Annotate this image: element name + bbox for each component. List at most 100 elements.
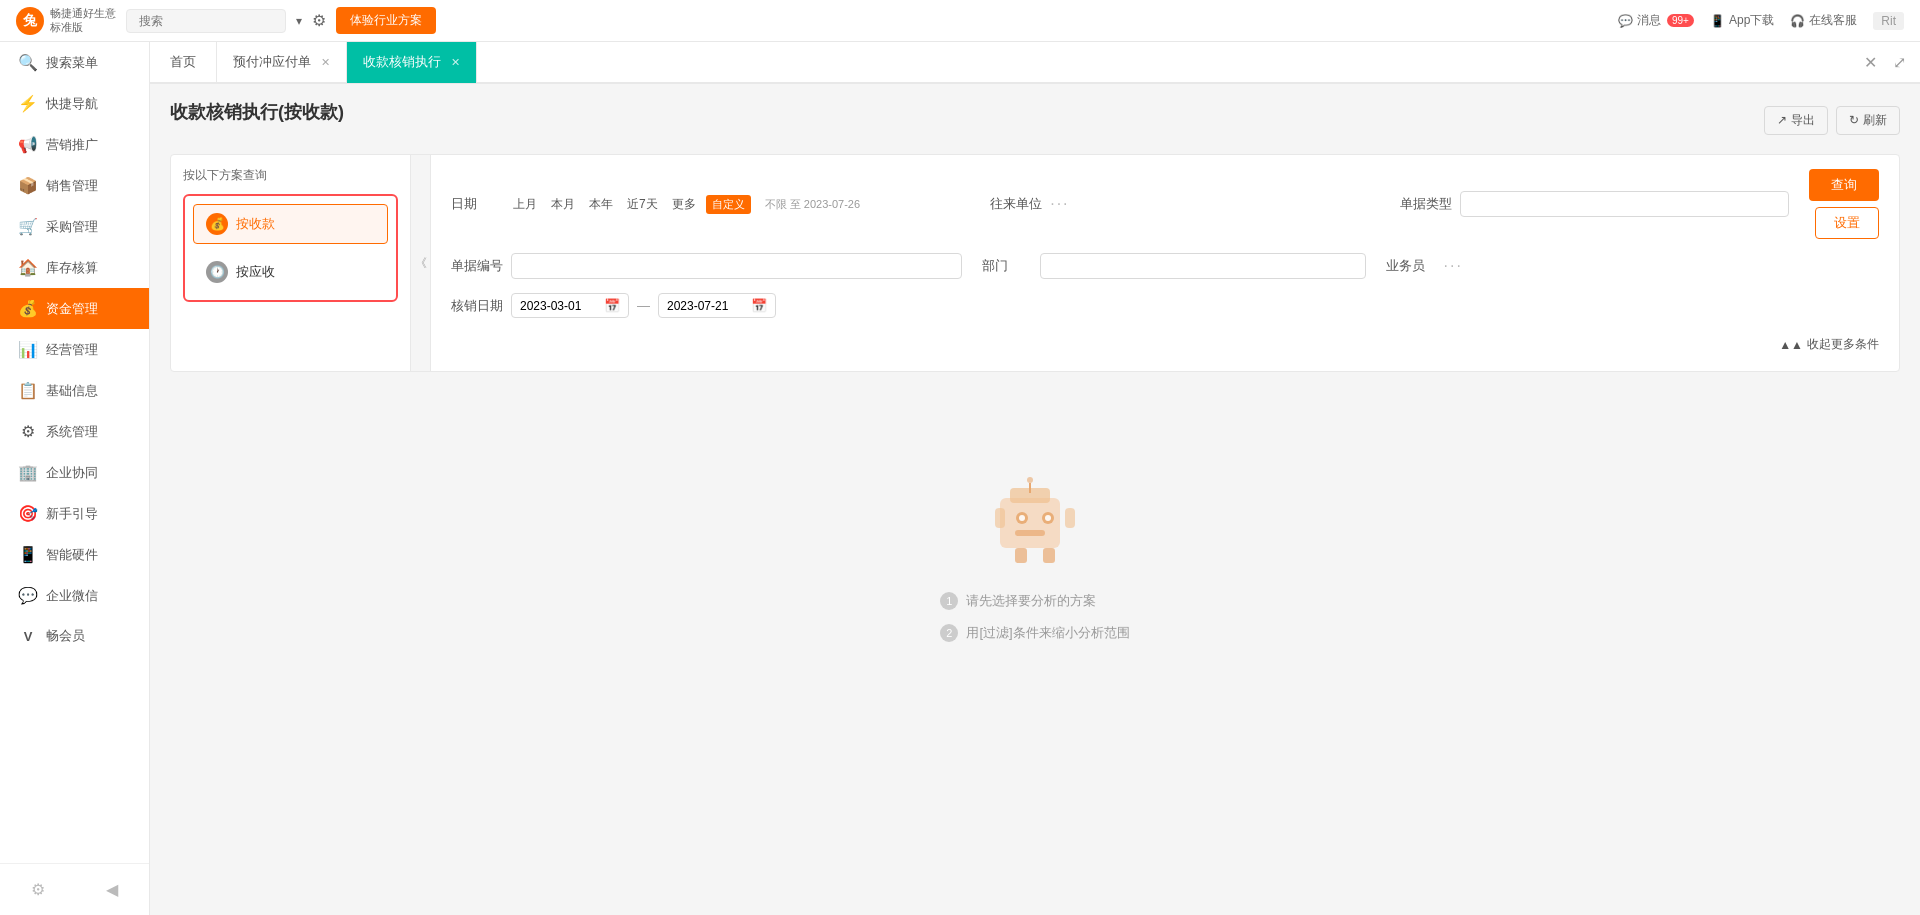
- sidebar-item-quick-nav[interactable]: ⚡ 快捷导航: [0, 83, 149, 124]
- dept-select[interactable]: [1040, 253, 1365, 279]
- tip-text-2: 用[过滤]条件来缩小分析范围: [966, 620, 1129, 646]
- date-last-month[interactable]: 上月: [509, 194, 541, 215]
- svg-rect-7: [1015, 548, 1027, 563]
- verify-date-end-wrap[interactable]: 📅: [658, 293, 776, 318]
- phone-icon: 📱: [18, 545, 38, 564]
- sidebar-item-enterprise[interactable]: 🏢 企业协同: [0, 452, 149, 493]
- sidebar-item-operations[interactable]: 📊 经营管理: [0, 329, 149, 370]
- filter-by-collection[interactable]: 💰 按收款: [193, 204, 388, 244]
- sidebar-item-label: 资金管理: [46, 300, 98, 318]
- sidebar-item-purchase[interactable]: 🛒 采购管理: [0, 206, 149, 247]
- sidebar-item-label: 库存核算: [46, 259, 98, 277]
- megaphone-icon: 📢: [18, 135, 38, 154]
- filter-options: 💰 按收款 🕐 按应收: [193, 204, 388, 292]
- lightning-icon: ⚡: [18, 94, 38, 113]
- date-custom-badge[interactable]: 自定义: [706, 195, 751, 214]
- date-more[interactable]: 更多: [668, 194, 700, 215]
- tab-collection-close[interactable]: ✕: [451, 56, 460, 69]
- settings-filter-btn[interactable]: 设置: [1815, 207, 1879, 239]
- clipboard-icon: 📋: [18, 381, 38, 400]
- export-btn[interactable]: ↗ 导出: [1764, 106, 1828, 135]
- receivable-icon: 🕐: [206, 261, 228, 283]
- tab-home[interactable]: 首页: [150, 41, 217, 83]
- sidebar-item-label: 新手引导: [46, 505, 98, 523]
- filter-by-receivable[interactable]: 🕐 按应收: [193, 252, 388, 292]
- date-field: 日期 上月 本月 本年 近7天 更多 自定义 不限 至 2023-07-26: [451, 194, 970, 215]
- sidebar-item-basic-info[interactable]: 📋 基础信息: [0, 370, 149, 411]
- svg-point-9: [1019, 515, 1025, 521]
- message-btn[interactable]: 💬 消息 99+: [1618, 12, 1694, 29]
- industry-btn[interactable]: 体验行业方案: [336, 7, 436, 34]
- top-bar-left: 兔 畅捷通好生意 标准版 ▾ ⚙ 体验行业方案: [16, 7, 436, 35]
- tab-expand-btn[interactable]: ⤢: [1887, 49, 1912, 76]
- sidebar-item-vip[interactable]: V 畅会员: [0, 616, 149, 656]
- settings-icon[interactable]: ⚙: [312, 11, 326, 30]
- query-btn[interactable]: 查询: [1809, 169, 1879, 201]
- dropdown-chevron[interactable]: ▾: [296, 14, 302, 28]
- tab-prepay-close[interactable]: ✕: [321, 56, 330, 69]
- sidebar-item-sales[interactable]: 📦 销售管理: [0, 165, 149, 206]
- gear-icon: ⚙: [18, 422, 38, 441]
- date-label: 日期: [451, 195, 501, 213]
- doc-type-label: 单据类型: [1400, 195, 1452, 213]
- sidebar-item-label: 企业协同: [46, 464, 98, 482]
- salesperson-dots[interactable]: ···: [1444, 257, 1463, 275]
- page-content: 收款核销执行(按收款) ↗ 导出 ↻ 刷新 按以下方案查询: [150, 84, 1920, 915]
- filter-row-3: 核销日期 📅 — 📅: [451, 293, 1879, 318]
- sidebar-item-label: 企业微信: [46, 587, 98, 605]
- sidebar-item-system[interactable]: ⚙ 系统管理: [0, 411, 149, 452]
- sidebar-bottom: ⚙ ◀: [0, 863, 149, 915]
- tab-collection-label: 收款核销执行: [363, 53, 441, 71]
- doc-type-select[interactable]: [1460, 191, 1789, 217]
- sidebar-item-finance[interactable]: 💰 资金管理: [0, 288, 149, 329]
- verify-date-start-wrap[interactable]: 📅: [511, 293, 629, 318]
- sidebar-item-wechat[interactable]: 💬 企业微信: [0, 575, 149, 616]
- date-this-year[interactable]: 本年: [585, 194, 617, 215]
- page-title: 收款核销执行(按收款): [170, 100, 344, 124]
- app-logo: 兔 畅捷通好生意 标准版: [16, 7, 116, 35]
- doc-number-input[interactable]: [511, 253, 962, 279]
- message-icon: 💬: [1618, 14, 1633, 28]
- collapse-more-row: ▲▲ 收起更多条件: [451, 332, 1879, 357]
- tab-prepay-label: 预付冲应付单: [233, 53, 311, 71]
- sidebar-item-guide[interactable]: 🎯 新手引导: [0, 493, 149, 534]
- date-7days[interactable]: 近7天: [623, 194, 662, 215]
- empty-illustration: [975, 468, 1095, 568]
- sidebar-item-marketing[interactable]: 📢 营销推广: [0, 124, 149, 165]
- tip-num-2: 2: [940, 624, 958, 642]
- calendar-start-icon[interactable]: 📅: [604, 298, 620, 313]
- date-this-month[interactable]: 本月: [547, 194, 579, 215]
- sidebar-item-inventory[interactable]: 🏠 库存核算: [0, 247, 149, 288]
- sidebar-item-search-menu[interactable]: 🔍 搜索菜单: [0, 42, 149, 83]
- filter-container: 按以下方案查询 💰 按收款 🕐 按应收 《: [170, 154, 1900, 372]
- search-input[interactable]: [126, 9, 286, 33]
- online-service-btn[interactable]: 🎧 在线客服: [1790, 12, 1857, 29]
- verify-date-end-input[interactable]: [667, 299, 747, 313]
- doc-number-field: 单据编号: [451, 253, 962, 279]
- sidebar-settings-btn[interactable]: ⚙: [21, 874, 55, 905]
- building-icon: 🏢: [18, 463, 38, 482]
- refresh-btn[interactable]: ↻ 刷新: [1836, 106, 1900, 135]
- svg-point-10: [1045, 515, 1051, 521]
- user-name[interactable]: Rit: [1873, 12, 1904, 30]
- calendar-end-icon[interactable]: 📅: [751, 298, 767, 313]
- sidebar-collapse-btn[interactable]: ◀: [96, 874, 128, 905]
- sidebar-item-hardware[interactable]: 📱 智能硬件: [0, 534, 149, 575]
- empty-tip-1: 1 请先选择要分析的方案: [940, 588, 1129, 614]
- app-download-btn[interactable]: 📱 App下载: [1710, 12, 1774, 29]
- collapse-more-btn[interactable]: ▲▲ 收起更多条件: [1779, 336, 1879, 353]
- app-title: 畅捷通好生意 标准版: [50, 7, 116, 33]
- filter-right-panel: 日期 上月 本月 本年 近7天 更多 自定义 不限 至 2023-07-26 往…: [431, 155, 1899, 371]
- salesperson-field: 业务员 ···: [1386, 257, 1769, 275]
- sidebar-item-label: 销售管理: [46, 177, 98, 195]
- tab-prepay[interactable]: 预付冲应付单 ✕: [217, 41, 347, 83]
- tab-collection[interactable]: 收款核销执行 ✕: [347, 41, 477, 83]
- verify-date-label: 核销日期: [451, 297, 503, 315]
- filter-collapse-btn[interactable]: 《: [411, 155, 431, 371]
- sidebar-item-label: 营销推广: [46, 136, 98, 154]
- counterpart-dots[interactable]: ···: [1050, 195, 1069, 213]
- tab-close-all-btn[interactable]: ✕: [1858, 49, 1883, 76]
- verify-date-start-input[interactable]: [520, 299, 600, 313]
- export-icon: ↗: [1777, 113, 1787, 127]
- doc-number-label: 单据编号: [451, 257, 503, 275]
